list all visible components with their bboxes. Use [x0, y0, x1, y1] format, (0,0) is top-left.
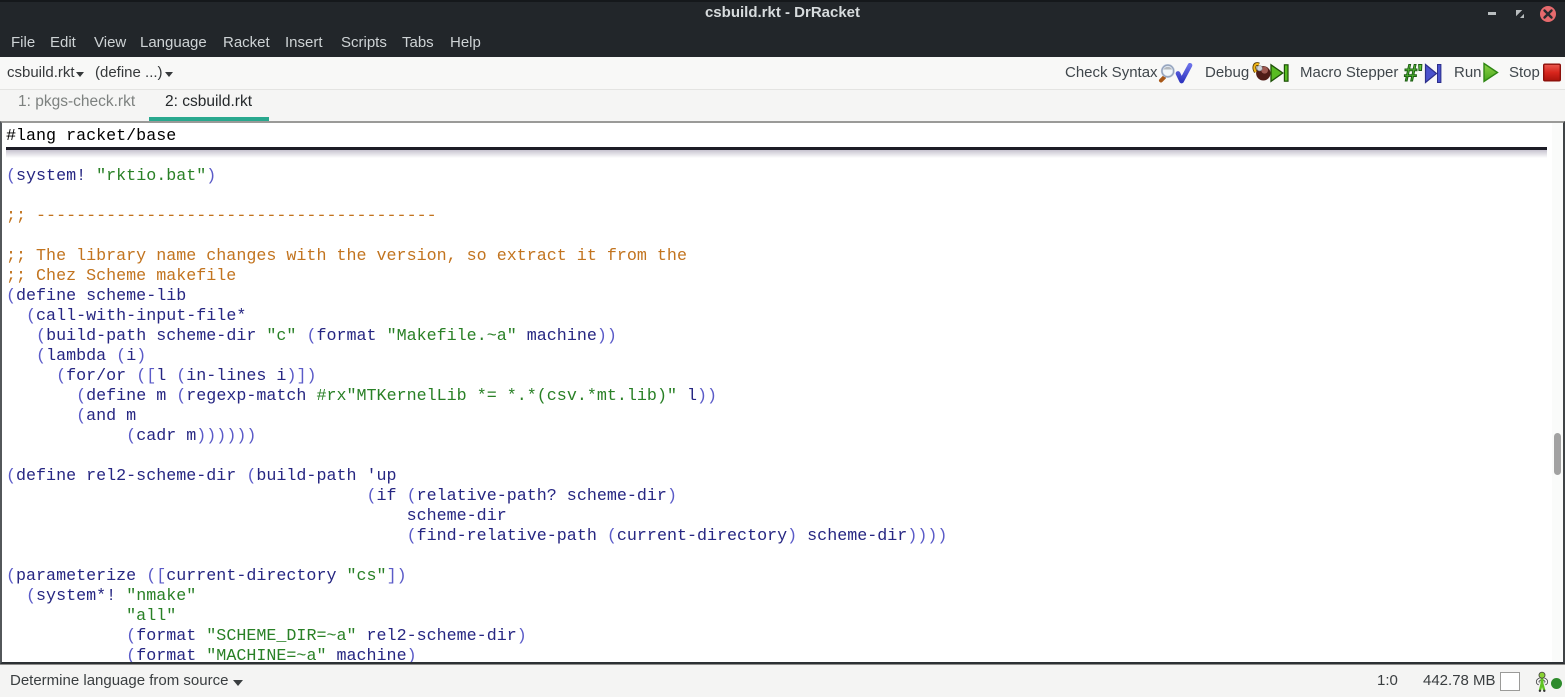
svg-text:#': #'	[1404, 60, 1423, 87]
